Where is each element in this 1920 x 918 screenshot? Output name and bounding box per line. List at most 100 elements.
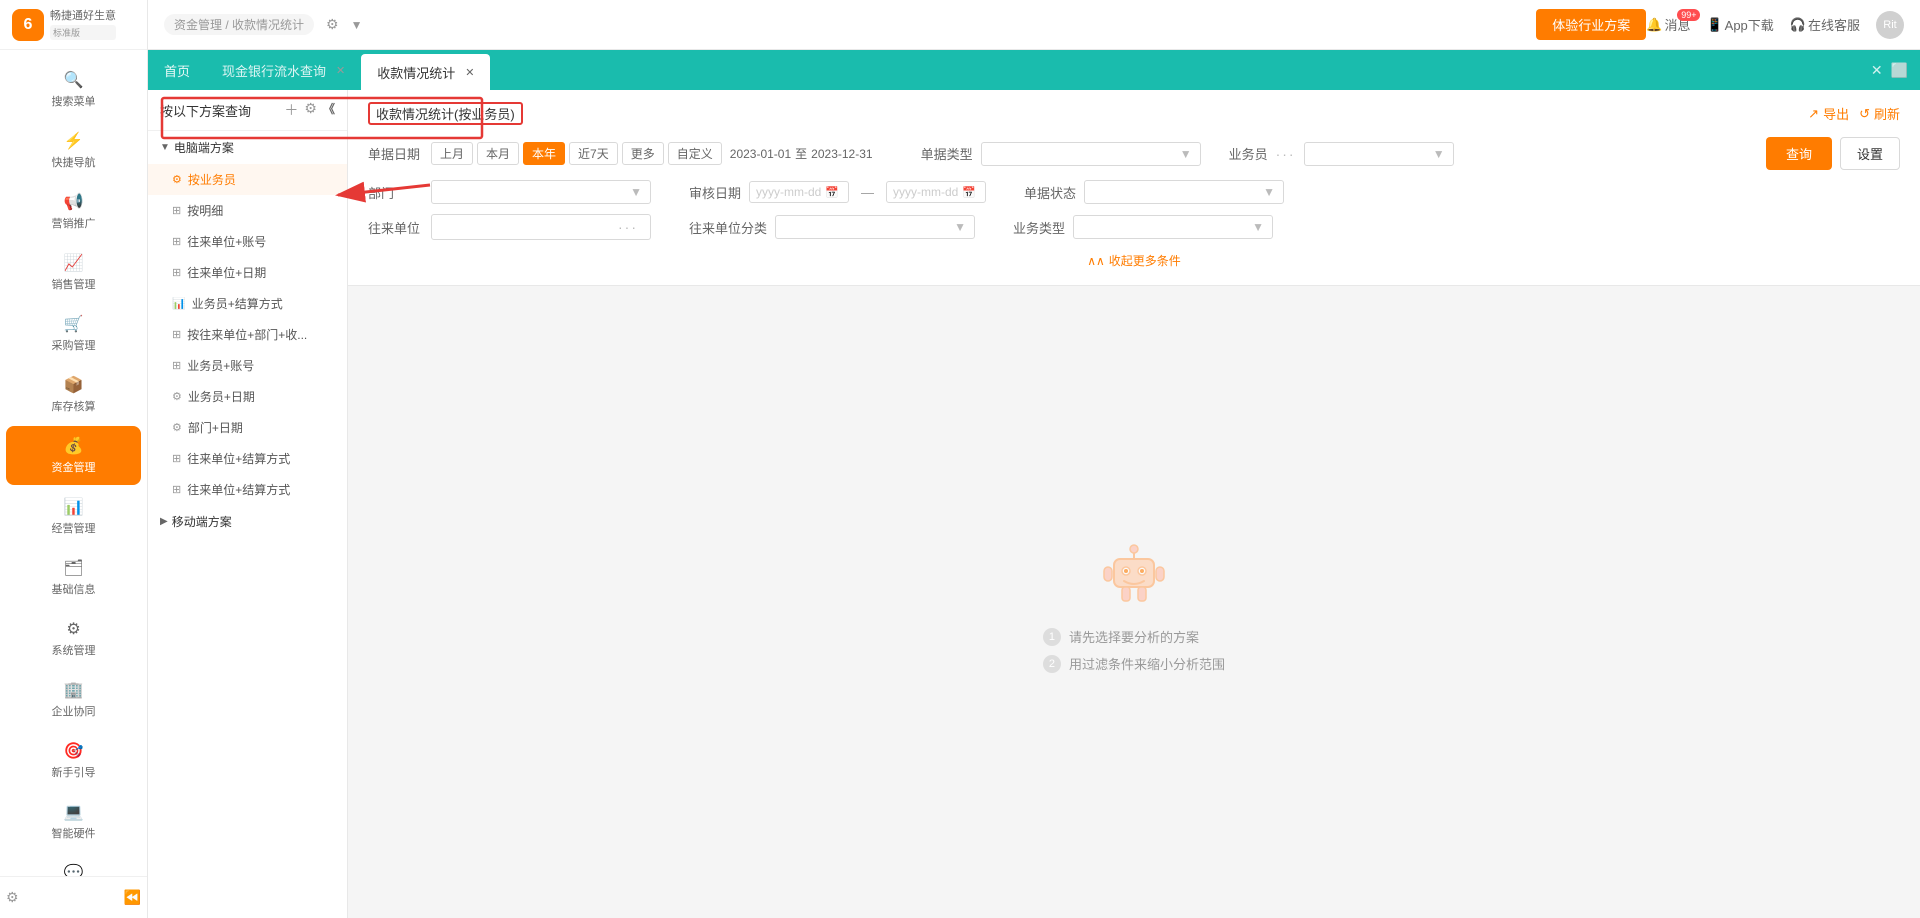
scheme-group-desktop-header[interactable]: ▼ 电脑端方案 [148, 131, 347, 164]
scheme-item-by-salesperson-calc[interactable]: 📊 业务员+结算方式 [148, 288, 347, 319]
sidebar-item-finance[interactable]: 💰 资金管理 [6, 426, 141, 485]
scheme-group-mobile: ▶ 移动端方案 [148, 505, 347, 538]
counterparty-more-icon[interactable]: ··· [618, 219, 638, 235]
filter-area: 单据日期 上月 本月 本年 近7天 更多 自定义 2023-01-01 至 [368, 137, 1900, 285]
scheme-item-by-salesperson[interactable]: ⚙ 按业务员 [148, 164, 347, 195]
salesperson-select[interactable]: ▼ [1304, 142, 1454, 166]
tab-maximize-icon[interactable]: ⬜ [1891, 62, 1908, 79]
trial-btn[interactable]: 体验行业方案 [1536, 9, 1646, 40]
scheme-item-by-dept-date[interactable]: ⚙ 部门+日期 [148, 412, 347, 443]
dept-label: 部门 [368, 183, 423, 202]
sidebar-item-operation[interactable]: 📊 经营管理 [6, 487, 141, 546]
biz-type-select[interactable]: ▼ [1073, 215, 1273, 239]
collapse-panel-icon[interactable]: 《 [323, 100, 335, 120]
sidebar-item-sales[interactable]: 📈 销售管理 [6, 243, 141, 302]
date-btn-last-7days[interactable]: 近7天 [569, 142, 618, 165]
scheme-item-icon: ⚙ [172, 421, 182, 434]
refresh-btn[interactable]: ↺ 刷新 [1859, 104, 1900, 123]
edition-badge: 标准版 [50, 25, 116, 40]
doc-status-select[interactable]: ▼ [1084, 180, 1284, 204]
tab-close-receipt-stats[interactable]: ✕ [465, 66, 474, 79]
settings-btn[interactable]: 设置 [1840, 137, 1900, 170]
date-btn-more[interactable]: 更多 [622, 142, 664, 165]
sidebar-item-wechat[interactable]: 💬 企业微信 [6, 853, 141, 876]
counterparty-select[interactable]: ··· [431, 214, 651, 240]
sidebar-item-marketing[interactable]: 📢 营销推广 [6, 182, 141, 241]
scheme-item-by-unit-date[interactable]: ⊞ 往来单位+日期 [148, 257, 347, 288]
empty-steps: 1 请先选择要分析的方案 2 用过滤条件来缩小分析范围 [1043, 627, 1225, 673]
export-btn[interactable]: ↗ 导出 [1808, 104, 1849, 123]
scheme-item-by-unit-calc2[interactable]: ⊞ 往来单位+结算方式 [148, 474, 347, 505]
query-btn[interactable]: 查询 [1766, 137, 1832, 170]
guide-icon: 🎯 [64, 741, 84, 761]
chevron-down-icon: ▼ [1252, 220, 1264, 234]
collapse-sidebar-icon[interactable]: ⏪ [124, 889, 141, 906]
sidebar-item-hardware[interactable]: 💻 智能硬件 [6, 792, 141, 851]
scheme-item-icon: ⊞ [172, 235, 181, 248]
dept-select[interactable]: ▼ [431, 180, 651, 204]
online-support[interactable]: 🎧 在线客服 [1790, 15, 1860, 34]
scheme-item-by-detail[interactable]: ⊞ 按明细 [148, 195, 347, 226]
empty-step-1: 1 请先选择要分析的方案 [1043, 627, 1225, 646]
sidebar-nav: 🔍 搜索菜单 ⚡ 快捷导航 📢 营销推广 📈 销售管理 🛒 采购管理 📦 库存核… [0, 50, 147, 876]
review-date-from[interactable]: yyyy-mm-dd 📅 [749, 181, 849, 203]
scheme-item-by-unit-calc[interactable]: ⊞ 往来单位+结算方式 [148, 443, 347, 474]
scheme-item-by-salesperson-account[interactable]: ⊞ 业务员+账号 [148, 350, 347, 381]
sidebar-item-inventory[interactable]: 📦 库存核算 [6, 365, 141, 424]
content-area: 按以下方案查询 ＋ ⚙ 《 ▼ 电脑端方案 ⚙ 按业务员 ⊞ [148, 90, 1920, 918]
sidebar-item-quick-nav[interactable]: ⚡ 快捷导航 [6, 121, 141, 180]
scheme-item-by-salesperson-date[interactable]: ⚙ 业务员+日期 [148, 381, 347, 412]
tab-receipt-stats[interactable]: 收款情况统计 ✕ [361, 54, 490, 90]
sidebar-footer: ⚙ ⏪ [0, 876, 147, 918]
header-dropdown-icon[interactable]: ▼ [351, 18, 363, 32]
bell-icon: 🔔 [1646, 17, 1662, 33]
scheme-item-icon: ⚙ [172, 173, 182, 186]
review-date-label: 审核日期 [689, 183, 741, 202]
filter-row-1: 单据日期 上月 本月 本年 近7天 更多 自定义 2023-01-01 至 [368, 137, 1900, 170]
wechat-icon: 💬 [64, 863, 84, 876]
scheme-item-icon: ⊞ [172, 266, 181, 279]
filter-row-3: 往来单位 ··· 往来单位分类 ▼ [368, 214, 1900, 240]
sidebar-item-guide[interactable]: 🎯 新手引导 [6, 731, 141, 790]
chevron-right-icon: ▶ [160, 516, 168, 527]
header-left: 资金管理 / 收款情况统计 ⚙ ▼ [164, 14, 362, 35]
review-date-to[interactable]: yyyy-mm-dd 📅 [886, 181, 986, 203]
settings-scheme-icon[interactable]: ⚙ [304, 100, 317, 120]
left-panel: 按以下方案查询 ＋ ⚙ 《 ▼ 电脑端方案 ⚙ 按业务员 ⊞ [148, 90, 348, 918]
date-btn-last-month[interactable]: 上月 [431, 142, 473, 165]
collapse-icon: ∧∧ [1087, 254, 1105, 268]
date-btn-custom[interactable]: 自定义 [668, 142, 722, 165]
scheme-item-by-unit-dept-recv[interactable]: ⊞ 按往来单位+部门+收... [148, 319, 347, 350]
header-right: 🔔 消息 99+ 📱 App下载 🎧 在线客服 Rit [1646, 11, 1904, 39]
tab-close-all-icon[interactable]: ✕ [1871, 62, 1883, 79]
sidebar-item-purchase[interactable]: 🛒 采购管理 [6, 304, 141, 363]
inventory-icon: 📦 [64, 375, 84, 395]
header-gear-icon[interactable]: ⚙ [326, 16, 339, 33]
doc-type-select[interactable]: ▼ [981, 142, 1201, 166]
date-btn-this-month[interactable]: 本月 [477, 142, 519, 165]
scheme-item-by-unit-account[interactable]: ⊞ 往来单位+账号 [148, 226, 347, 257]
sidebar-item-system[interactable]: ⚙ 系统管理 [6, 609, 141, 668]
add-scheme-icon[interactable]: ＋ [284, 100, 298, 120]
tab-bank-flow[interactable]: 现金银行流水查询 ✕ [206, 50, 361, 90]
salesperson-more-icon[interactable]: ··· [1276, 146, 1296, 162]
counterparty-category-select[interactable]: ▼ [775, 215, 975, 239]
date-btn-this-year[interactable]: 本年 [523, 142, 565, 165]
empty-step-2: 2 用过滤条件来缩小分析范围 [1043, 654, 1225, 673]
scheme-group-mobile-header[interactable]: ▶ 移动端方案 [148, 505, 347, 538]
collapse-filter-btn[interactable]: ∧∧ 收起更多条件 [368, 244, 1900, 277]
marketing-icon: 📢 [64, 192, 84, 212]
tab-close-bank-flow[interactable]: ✕ [336, 64, 345, 77]
chevron-down-icon: ▼ [1263, 185, 1275, 199]
sidebar-item-search-menu[interactable]: 🔍 搜索菜单 [6, 60, 141, 119]
tab-bar-right: ✕ ⬜ [1871, 62, 1920, 79]
app-download[interactable]: 📱 App下载 [1706, 15, 1773, 34]
sidebar-item-enterprise[interactable]: 🏢 企业协同 [6, 670, 141, 729]
sidebar-item-basic-info[interactable]: 🗂 基础信息 [6, 548, 141, 607]
logo-text: 畅捷通好生意 [50, 9, 116, 23]
settings-footer-icon[interactable]: ⚙ [6, 889, 19, 906]
notification[interactable]: 🔔 消息 99+ [1646, 15, 1690, 34]
sales-icon: 📈 [64, 253, 84, 273]
tab-home[interactable]: 首页 [148, 50, 206, 90]
user-avatar[interactable]: Rit [1876, 11, 1904, 39]
